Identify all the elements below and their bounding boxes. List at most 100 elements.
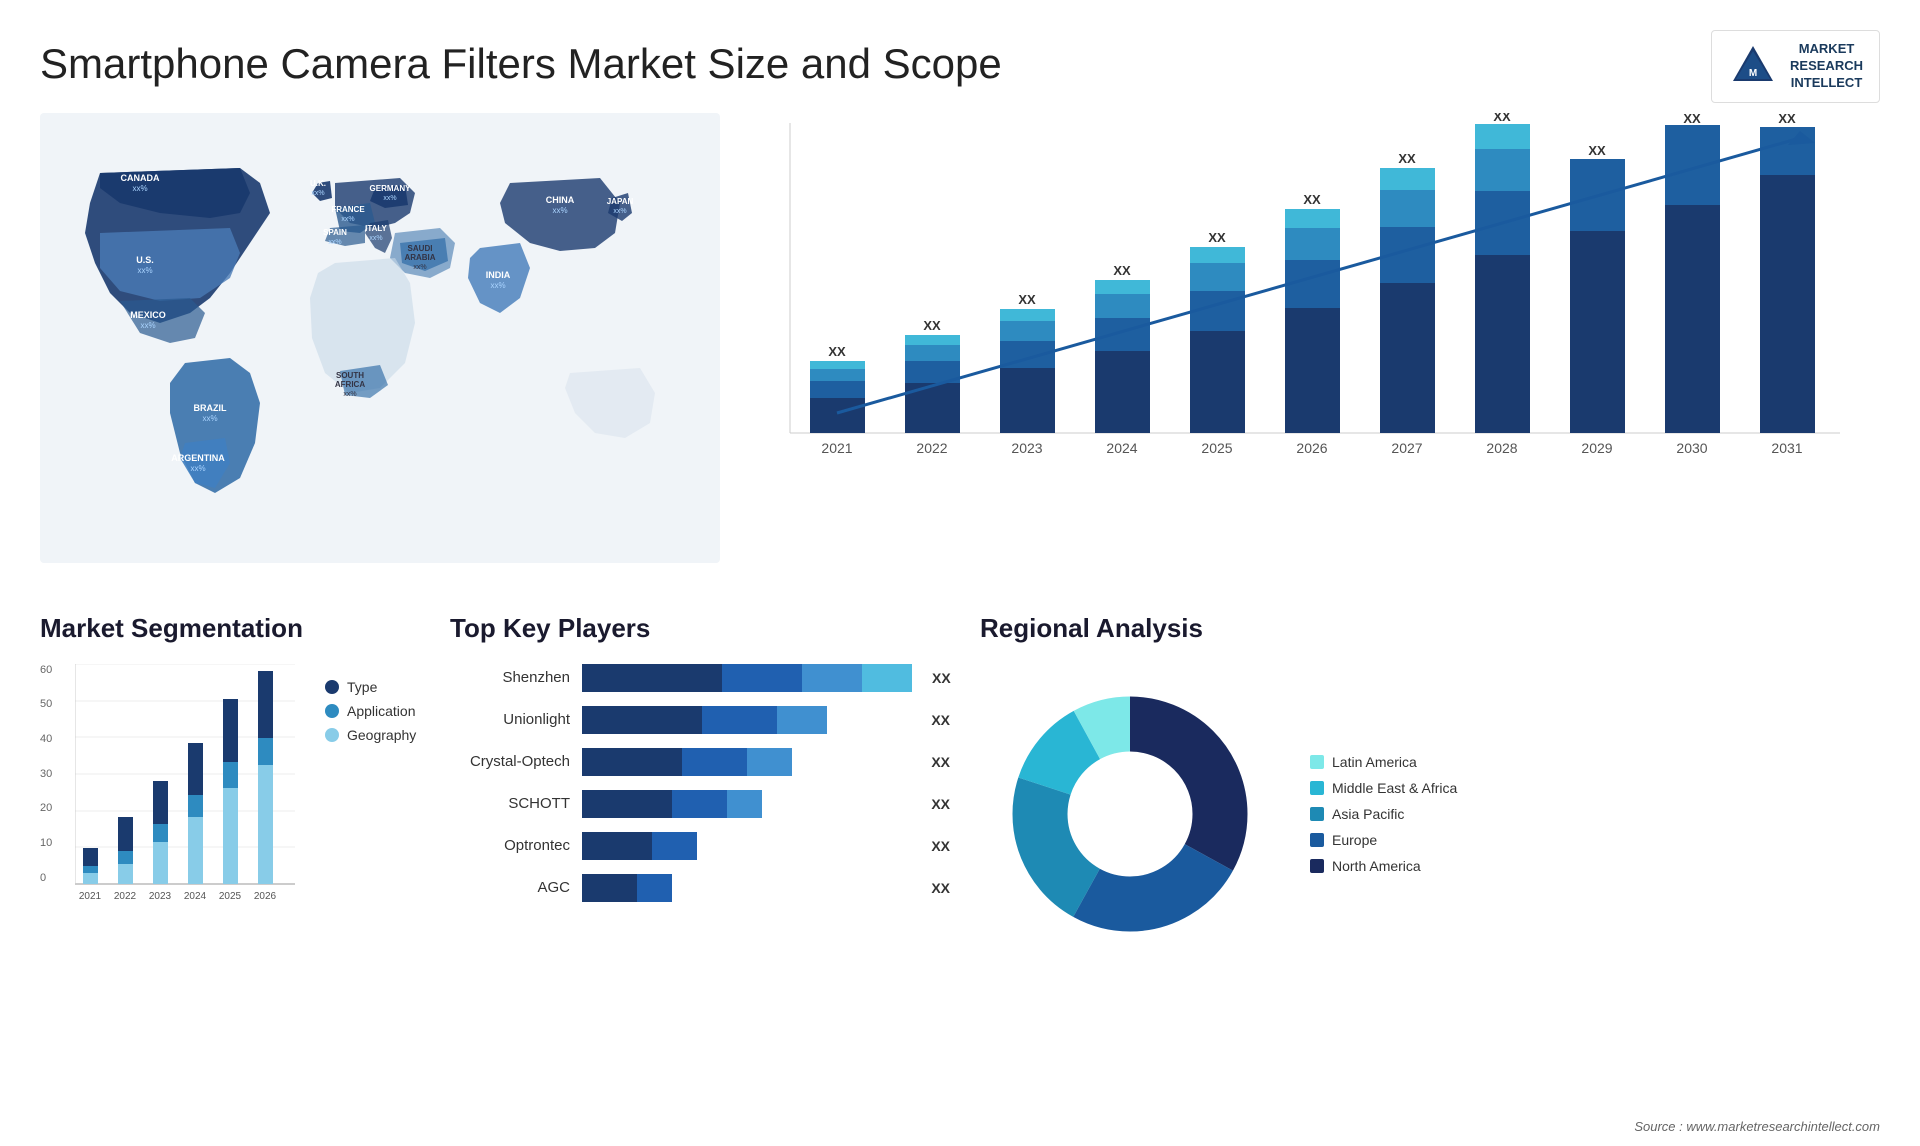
donut-area: Latin America Middle East & Africa Asia … (980, 664, 1880, 964)
player-name: Optrontec (450, 837, 570, 854)
player-xx: XX (931, 880, 950, 896)
svg-text:2026: 2026 (254, 891, 277, 902)
source-text: Source : www.marketresearchintellect.com (1634, 1119, 1880, 1134)
asia-pacific-color (1310, 807, 1324, 821)
svg-text:XX: XX (1208, 230, 1226, 245)
svg-text:XX: XX (1018, 292, 1036, 307)
svg-text:ITALY: ITALY (365, 224, 387, 233)
logo: M MARKET RESEARCH INTELLECT (1711, 30, 1880, 103)
donut-chart (980, 664, 1280, 964)
mea-color (1310, 781, 1324, 795)
svg-text:XX: XX (1588, 143, 1606, 158)
svg-text:2029: 2029 (1581, 440, 1612, 456)
svg-text:xx%: xx% (383, 195, 396, 202)
player-xx: XX (932, 670, 951, 686)
svg-text:INDIA: INDIA (486, 270, 511, 280)
player-bar (582, 874, 911, 902)
svg-text:xx%: xx% (413, 264, 426, 271)
logo-text: MARKET RESEARCH INTELLECT (1790, 41, 1863, 92)
donut-legend: Latin America Middle East & Africa Asia … (1310, 754, 1457, 874)
legend-latin-america: Latin America (1310, 754, 1457, 770)
svg-text:XX: XX (1493, 113, 1511, 124)
player-xx: XX (931, 754, 950, 770)
svg-text:2022: 2022 (114, 891, 137, 902)
svg-text:xx%: xx% (343, 391, 356, 398)
svg-text:xx%: xx% (369, 235, 382, 242)
svg-text:SPAIN: SPAIN (323, 228, 347, 237)
svg-text:2023: 2023 (149, 891, 172, 902)
europe-color (1310, 833, 1324, 847)
seg-y-50: 50 (40, 698, 52, 710)
player-xx: XX (931, 796, 950, 812)
seg-legend: Type Application Geography (325, 679, 416, 751)
svg-text:xx%: xx% (341, 216, 354, 223)
players-title: Top Key Players (450, 613, 950, 644)
svg-text:2030: 2030 (1676, 440, 1707, 456)
svg-text:CHINA: CHINA (546, 195, 575, 205)
logo-icon: M (1728, 41, 1778, 91)
player-bar (582, 832, 911, 860)
segmentation-section: Market Segmentation 60 50 40 30 20 10 0 (40, 613, 420, 1093)
regional-section: Regional Analysis (980, 613, 1880, 1093)
north-america-color (1310, 859, 1324, 873)
player-xx: XX (931, 712, 950, 728)
svg-text:M: M (1749, 68, 1757, 79)
map-svg: CANADA xx% U.S. xx% MEXICO xx% BRAZIL xx… (40, 113, 720, 563)
player-name: Crystal-Optech (450, 753, 570, 770)
svg-text:ARABIA: ARABIA (404, 253, 435, 262)
svg-text:2031: 2031 (1771, 440, 1802, 456)
svg-text:2025: 2025 (219, 891, 242, 902)
svg-text:2023: 2023 (1011, 440, 1042, 456)
bottom-content: Market Segmentation 60 50 40 30 20 10 0 (0, 593, 1920, 1113)
svg-text:U.S.: U.S. (136, 255, 154, 265)
svg-text:xx%: xx% (190, 464, 205, 473)
svg-text:XX: XX (1113, 263, 1131, 278)
svg-text:2024: 2024 (184, 891, 207, 902)
player-bar (582, 748, 911, 776)
legend-europe: Europe (1310, 832, 1457, 848)
svg-text:xx%: xx% (613, 208, 626, 215)
segmentation-title: Market Segmentation (40, 613, 420, 644)
svg-text:xx%: xx% (552, 206, 567, 215)
svg-text:2025: 2025 (1201, 440, 1232, 456)
legend-mea: Middle East & Africa (1310, 780, 1457, 796)
seg-chart-svg: 2021 2022 2023 2024 2025 2026 (75, 664, 295, 904)
svg-text:XX: XX (828, 344, 846, 359)
north-america-label: North America (1332, 858, 1421, 874)
svg-text:XX: XX (1398, 151, 1416, 166)
player-bar (582, 706, 911, 734)
svg-text:xx%: xx% (202, 414, 217, 423)
player-agc: AGC XX (450, 874, 950, 902)
players-section: Top Key Players Shenzhen XX Unionlight (450, 613, 950, 1093)
player-name: Unionlight (450, 711, 570, 728)
legend-application: Application (325, 703, 416, 719)
svg-text:xx%: xx% (132, 184, 147, 193)
players-list: Shenzhen XX Unionlight XX (450, 664, 950, 902)
latin-america-label: Latin America (1332, 754, 1417, 770)
growth-chart-section: XX XX XX (720, 113, 1880, 593)
legend-app-dot (325, 704, 339, 718)
seg-y-0: 0 (40, 872, 52, 884)
svg-text:2022: 2022 (916, 440, 947, 456)
player-shenzhen: Shenzhen XX (450, 664, 950, 692)
legend-geography: Geography (325, 727, 416, 743)
player-optrontec: Optrontec XX (450, 832, 950, 860)
svg-text:AFRICA: AFRICA (335, 380, 365, 389)
seg-y-30: 30 (40, 768, 52, 780)
player-unionlight: Unionlight XX (450, 706, 950, 734)
legend-geo-label: Geography (347, 727, 416, 743)
seg-y-60: 60 (40, 664, 52, 676)
top-content: CANADA xx% U.S. xx% MEXICO xx% BRAZIL xx… (0, 113, 1920, 593)
player-crystal-optech: Crystal-Optech XX (450, 748, 950, 776)
player-name: AGC (450, 879, 570, 896)
legend-geo-dot (325, 728, 339, 742)
legend-asia-pacific: Asia Pacific (1310, 806, 1457, 822)
svg-text:xx%: xx% (328, 239, 341, 246)
svg-text:SAUDI: SAUDI (408, 244, 433, 253)
svg-text:FRANCE: FRANCE (331, 205, 365, 214)
svg-text:2024: 2024 (1106, 440, 1137, 456)
svg-text:JAPAN: JAPAN (607, 197, 634, 206)
growth-chart: XX XX XX (760, 113, 1880, 533)
world-map: CANADA xx% U.S. xx% MEXICO xx% BRAZIL xx… (40, 113, 720, 573)
mea-label: Middle East & Africa (1332, 780, 1457, 796)
